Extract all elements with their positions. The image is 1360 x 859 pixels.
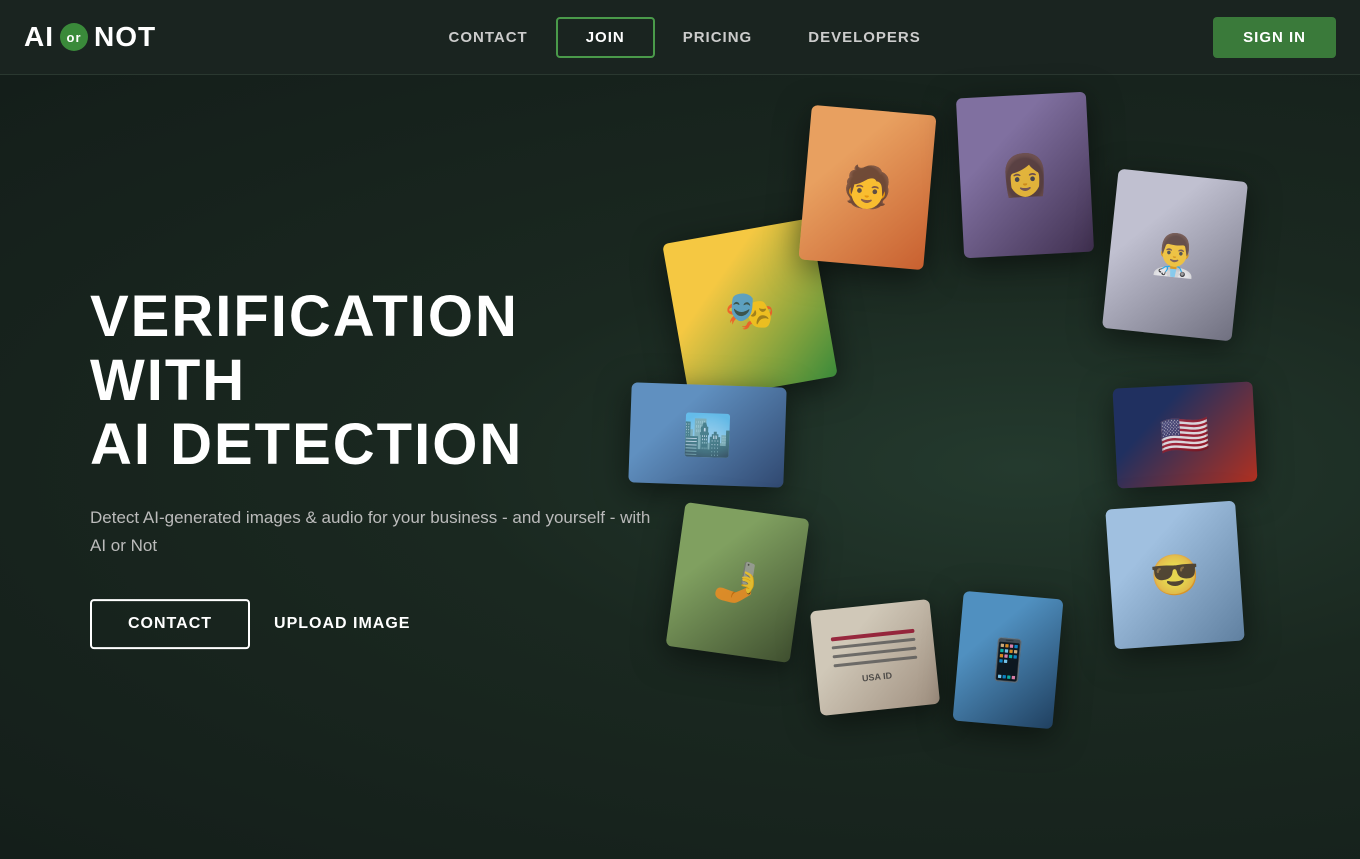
doctor-image: 👨‍⚕️	[1102, 169, 1248, 342]
nav-join-link[interactable]: JOIN	[556, 17, 655, 58]
logo-or: oR	[60, 23, 88, 51]
city-image: 🏙️	[628, 382, 786, 487]
hero-title-line2: AI DETECTION	[90, 412, 523, 477]
nav-right: SIGN IN	[1213, 17, 1336, 58]
contact-button[interactable]: CONTACT	[90, 599, 250, 649]
doctor-image-inner: 👨‍⚕️	[1102, 169, 1248, 342]
man-colorful-image: 🧑	[798, 105, 936, 270]
hero-section: VERIFICATION WITH AI DETECTION Detect AI…	[0, 75, 1360, 859]
woman-portrait-image: 👩	[956, 92, 1094, 259]
selfie-man-image-inner: 🤳	[666, 502, 810, 663]
political-image: 🇺🇸	[1112, 381, 1257, 488]
city-image-inner: 🏙️	[628, 382, 786, 487]
id-card-image: USA ID	[810, 599, 940, 716]
nav-pricing-link[interactable]: PRICING	[655, 29, 781, 46]
hero-title-line1: VERIFICATION WITH	[90, 284, 519, 413]
man-colorful-image-inner: 🧑	[798, 105, 936, 270]
political-image-inner: 🇺🇸	[1112, 381, 1257, 488]
floating-images-area: 🎭 🧑 👩 👨‍⚕️ 🏙️ 🇺🇸 🤳 USA ID	[580, 75, 1360, 859]
nav-developers-link[interactable]: DEVELOPERS	[780, 29, 949, 46]
selfie-man-image: 🤳	[666, 502, 810, 663]
logo[interactable]: AI oR NOT	[24, 21, 156, 53]
upload-image-button[interactable]: UPLOAD IMAGE	[274, 601, 410, 647]
id-card-image-inner: USA ID	[810, 599, 940, 716]
logo-ai: AI	[24, 21, 54, 53]
phone-selfie-image-inner: 📱	[953, 591, 1064, 729]
sign-in-button[interactable]: SIGN IN	[1213, 17, 1336, 58]
navbar: AI oR NOT CONTACT JOIN PRICING DEVELOPER…	[0, 0, 1360, 75]
nav-links: CONTACT JOIN PRICING DEVELOPERS	[156, 17, 1213, 58]
phone-selfie-image: 📱	[953, 591, 1064, 729]
logo-not: NOT	[94, 21, 156, 53]
woman-portrait-image-inner: 👩	[956, 92, 1094, 259]
person-glasses-image-inner: 😎	[1105, 501, 1244, 650]
person-glasses-image: 😎	[1105, 501, 1244, 650]
nav-contact-link[interactable]: CONTACT	[420, 29, 555, 46]
